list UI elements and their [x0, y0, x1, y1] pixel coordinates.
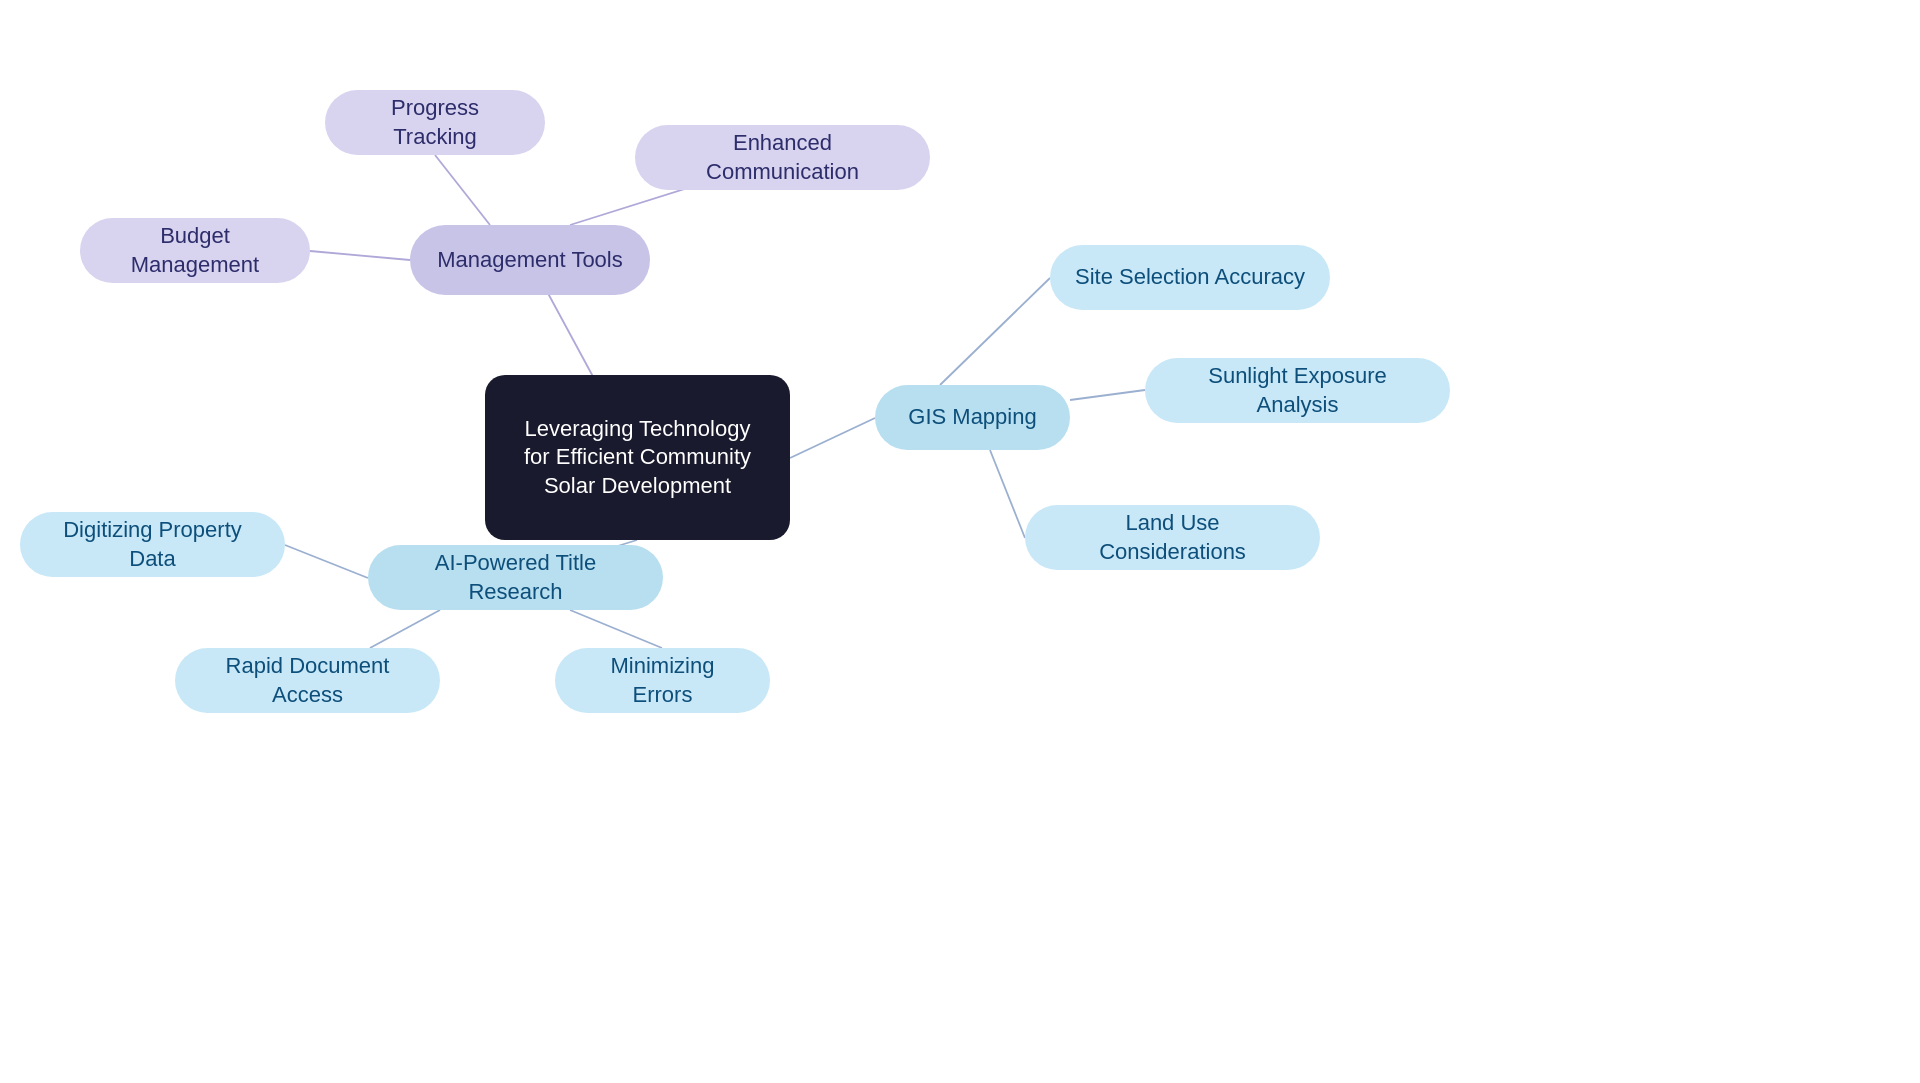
site-selection-node: Site Selection Accuracy: [1050, 245, 1330, 310]
progress-tracking-label: Progress Tracking: [349, 94, 521, 151]
budget-management-label: Budget Management: [104, 222, 286, 279]
management-tools-node: Management Tools: [410, 225, 650, 295]
center-node: Leveraging Technology for Efficient Comm…: [485, 375, 790, 540]
progress-tracking-node: Progress Tracking: [325, 90, 545, 155]
rapid-document-label: Rapid Document Access: [199, 652, 416, 709]
svg-line-4: [790, 418, 875, 458]
budget-management-node: Budget Management: [80, 218, 310, 283]
svg-line-7: [990, 450, 1025, 538]
sunlight-exposure-label: Sunlight Exposure Analysis: [1169, 362, 1426, 419]
svg-line-5: [940, 278, 1050, 385]
enhanced-communication-label: Enhanced Communication: [659, 129, 906, 186]
svg-line-6: [1070, 390, 1145, 400]
center-label: Leveraging Technology for Efficient Comm…: [509, 415, 766, 501]
gis-mapping-label: GIS Mapping: [908, 403, 1036, 432]
gis-mapping-node: GIS Mapping: [875, 385, 1070, 450]
land-use-node: Land Use Considerations: [1025, 505, 1320, 570]
enhanced-communication-node: Enhanced Communication: [635, 125, 930, 190]
digitizing-property-node: Digitizing Property Data: [20, 512, 285, 577]
land-use-label: Land Use Considerations: [1049, 509, 1296, 566]
svg-line-1: [435, 155, 490, 225]
svg-line-9: [285, 545, 368, 578]
svg-line-10: [370, 610, 440, 648]
connections-svg: [0, 0, 1920, 1083]
site-selection-label: Site Selection Accuracy: [1075, 263, 1305, 292]
svg-line-11: [570, 610, 662, 648]
rapid-document-node: Rapid Document Access: [175, 648, 440, 713]
ai-title-research-node: AI-Powered Title Research: [368, 545, 663, 610]
digitizing-property-label: Digitizing Property Data: [44, 516, 261, 573]
sunlight-exposure-node: Sunlight Exposure Analysis: [1145, 358, 1450, 423]
minimizing-errors-label: Minimizing Errors: [579, 652, 746, 709]
minimizing-errors-node: Minimizing Errors: [555, 648, 770, 713]
ai-title-research-label: AI-Powered Title Research: [392, 549, 639, 606]
svg-line-3: [310, 251, 410, 260]
management-tools-label: Management Tools: [437, 246, 623, 275]
